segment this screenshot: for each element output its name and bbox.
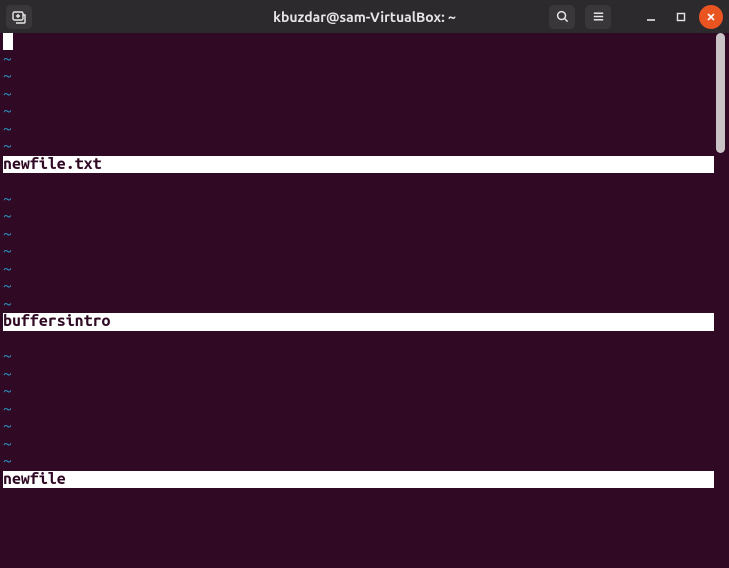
vim-statusline: newfile [3, 471, 714, 489]
tilde-line: ~ [3, 191, 726, 209]
close-icon [705, 11, 717, 23]
menu-button[interactable] [585, 5, 611, 29]
tilde-line: ~ [3, 68, 726, 86]
search-button[interactable] [549, 5, 575, 29]
new-tab-button[interactable] [6, 5, 32, 29]
maximize-icon [675, 11, 687, 23]
tilde-line: ~ [3, 138, 726, 156]
vim-split-1[interactable]: ~~~~~~~buffersintro [3, 173, 726, 331]
tilde-line: ~ [3, 348, 726, 366]
tilde-line: ~ [3, 383, 726, 401]
tilde-line: ~ [3, 436, 726, 454]
empty-line [3, 331, 726, 349]
tilde-line: ~ [3, 226, 726, 244]
tilde-line: ~ [3, 366, 726, 384]
tilde-line: ~ [3, 261, 726, 279]
titlebar: kbuzdar@sam-VirtualBox: ~ [0, 0, 729, 33]
tilde-line: ~ [3, 278, 726, 296]
tilde-line: ~ [3, 453, 726, 471]
vim-statusline: newfile.txt [3, 156, 714, 174]
tilde-line: ~ [3, 401, 726, 419]
tilde-line: ~ [3, 243, 726, 261]
vim-statusline: buffersintro [3, 313, 714, 331]
hamburger-icon [591, 9, 606, 24]
tilde-line: ~ [3, 86, 726, 104]
tilde-line: ~ [3, 418, 726, 436]
tilde-line: ~ [3, 121, 726, 139]
vim-split-0[interactable]: ~~~~~~newfile.txt [3, 33, 726, 173]
terminal-area[interactable]: ~~~~~~newfile.txt~~~~~~~buffersintro~~~~… [3, 33, 726, 565]
minimize-button[interactable] [639, 5, 663, 29]
maximize-button[interactable] [669, 5, 693, 29]
close-button[interactable] [699, 5, 723, 29]
empty-line [3, 173, 726, 191]
tilde-line: ~ [3, 208, 726, 226]
vim-split-2[interactable]: ~~~~~~~newfile [3, 331, 726, 489]
cursor-line [3, 33, 726, 51]
minimize-icon [645, 11, 657, 23]
titlebar-right [549, 5, 723, 29]
tilde-line: ~ [3, 296, 726, 314]
titlebar-left [6, 5, 36, 29]
tilde-line: ~ [3, 103, 726, 121]
search-icon [555, 9, 570, 24]
cursor-block [3, 33, 13, 50]
new-tab-icon [11, 9, 27, 25]
tilde-line: ~ [3, 51, 726, 69]
scrollbar-thumb[interactable] [716, 33, 725, 153]
